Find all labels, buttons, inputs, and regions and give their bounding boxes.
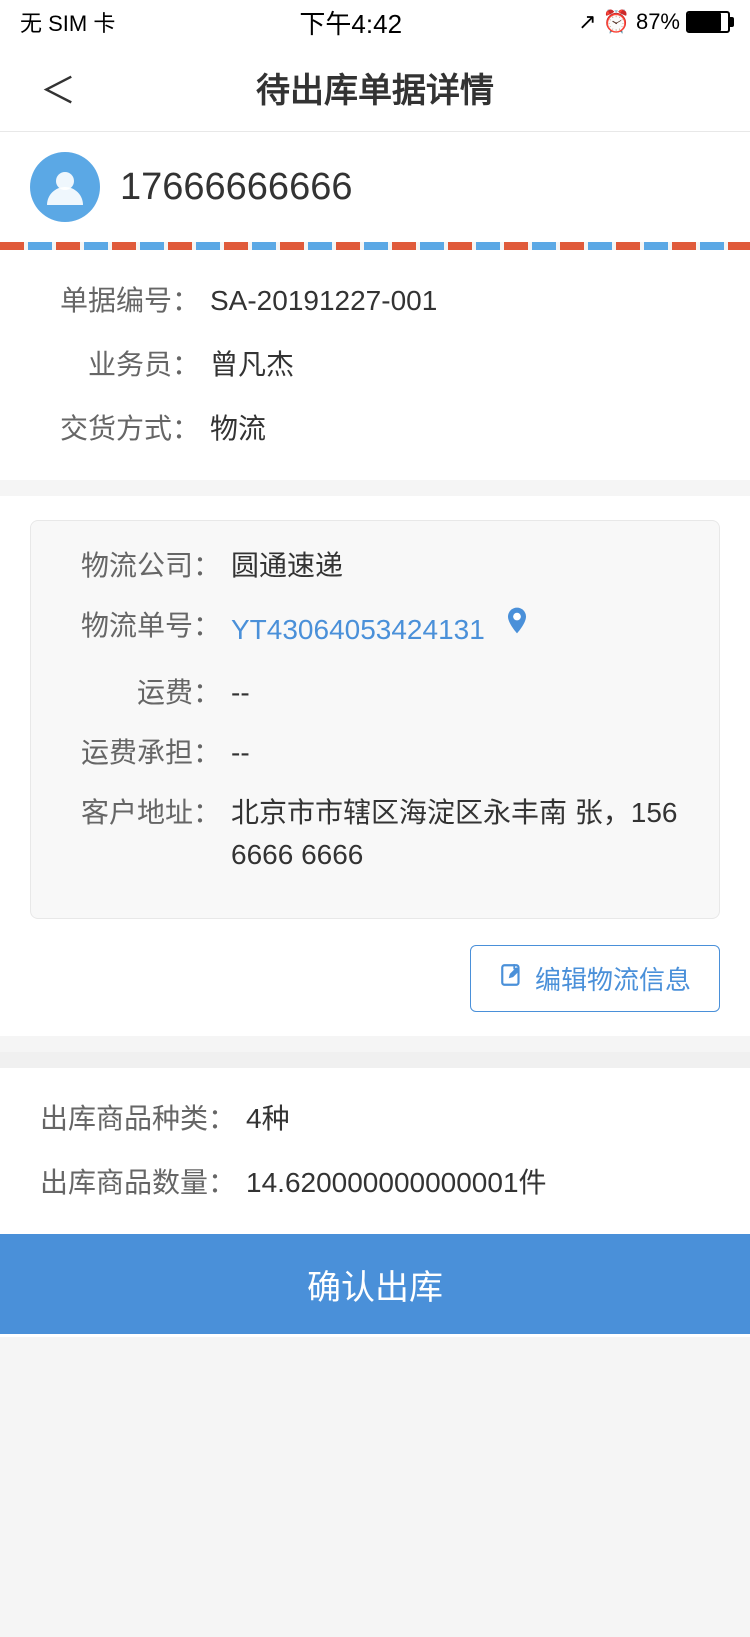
delivery-method-value: 物流 bbox=[200, 408, 710, 450]
avatar bbox=[30, 152, 100, 222]
document-number-row: 单据编号： SA-20191227-001 bbox=[40, 280, 710, 322]
confirm-button-bar[interactable]: 确认出库 bbox=[0, 1234, 750, 1334]
status-left: 无 SIM 卡 bbox=[20, 6, 123, 38]
alarm-icon: ⏰ bbox=[603, 9, 630, 35]
customer-phone: 17666666666 bbox=[120, 166, 352, 209]
logistics-company-label: 物流公司： bbox=[61, 545, 221, 587]
product-section: 出库商品种类： 4种 出库商品数量： 14.620000000000001件 bbox=[0, 1068, 750, 1224]
delivery-method-label: 交货方式： bbox=[40, 408, 200, 450]
salesperson-value: 曾凡杰 bbox=[200, 344, 710, 386]
battery-text: 87% bbox=[636, 9, 680, 35]
freight-bearer-label: 运费承担： bbox=[61, 732, 221, 774]
product-types-label: 出库商品种类： bbox=[40, 1098, 236, 1140]
product-quantity-value: 14.620000000000001件 bbox=[236, 1162, 710, 1204]
page-title: 待出库单据详情 bbox=[256, 63, 494, 112]
freight-bearer-value: -- bbox=[221, 732, 689, 774]
tracking-number-row: 物流单号： YT43064053424131 bbox=[61, 605, 689, 654]
address-label: 客户地址： bbox=[61, 792, 221, 834]
address-value: 北京市市辖区海淀区永丰南 张，156 6666 6666 bbox=[221, 792, 689, 876]
product-quantity-row: 出库商品数量： 14.620000000000001件 bbox=[40, 1162, 710, 1204]
basic-info-section: 单据编号： SA-20191227-001 业务员： 曾凡杰 交货方式： 物流 bbox=[0, 250, 750, 480]
address-row: 客户地址： 北京市市辖区海淀区永丰南 张，156 6666 6666 bbox=[61, 792, 689, 876]
carrier-text: 无 SIM 卡 bbox=[20, 6, 115, 38]
edit-logistics-label: 编辑物流信息 bbox=[535, 960, 691, 997]
tracking-number-value: YT43064053424131 bbox=[221, 605, 689, 654]
location-icon: ↗ bbox=[578, 9, 596, 35]
location-pin-icon[interactable] bbox=[501, 605, 533, 654]
status-time: 下午4:42 bbox=[299, 4, 402, 41]
salesperson-label: 业务员： bbox=[40, 344, 200, 386]
freight-row: 运费： -- bbox=[61, 672, 689, 714]
freight-bearer-row: 运费承担： -- bbox=[61, 732, 689, 774]
freight-label: 运费： bbox=[61, 672, 221, 714]
document-number-label: 单据编号： bbox=[40, 280, 200, 322]
product-types-value: 4种 bbox=[236, 1098, 710, 1140]
logistics-card: 物流公司： 圆通速递 物流单号： YT43064053424131 运费： bbox=[30, 520, 720, 919]
status-right: ↗ ⏰ 87% bbox=[578, 9, 730, 35]
document-number-value: SA-20191227-001 bbox=[200, 280, 710, 322]
nav-bar: ＜ 待出库单据详情 bbox=[0, 44, 750, 132]
tracking-number-label: 物流单号： bbox=[61, 605, 221, 647]
edit-btn-row: 编辑物流信息 bbox=[30, 935, 720, 1036]
confirm-button-label: 确认出库 bbox=[307, 1260, 443, 1309]
freight-value: -- bbox=[221, 672, 689, 714]
logistics-company-row: 物流公司： 圆通速递 bbox=[61, 545, 689, 587]
back-button[interactable]: ＜ bbox=[30, 52, 86, 124]
logistics-company-value: 圆通速递 bbox=[221, 545, 689, 587]
edit-logistics-button[interactable]: 编辑物流信息 bbox=[470, 945, 720, 1012]
section-divider bbox=[0, 1052, 750, 1068]
logistics-section: 物流公司： 圆通速递 物流单号： YT43064053424131 运费： bbox=[0, 496, 750, 1036]
dashed-separator bbox=[0, 242, 750, 250]
customer-header: 17666666666 bbox=[0, 132, 750, 242]
edit-icon bbox=[499, 962, 525, 995]
battery-icon bbox=[686, 11, 730, 33]
salesperson-row: 业务员： 曾凡杰 bbox=[40, 344, 710, 386]
bottom-space bbox=[0, 1337, 750, 1537]
delivery-method-row: 交货方式： 物流 bbox=[40, 408, 710, 450]
status-bar: 无 SIM 卡 下午4:42 ↗ ⏰ 87% bbox=[0, 0, 750, 44]
product-types-row: 出库商品种类： 4种 bbox=[40, 1098, 710, 1140]
product-quantity-label: 出库商品数量： bbox=[40, 1162, 236, 1204]
